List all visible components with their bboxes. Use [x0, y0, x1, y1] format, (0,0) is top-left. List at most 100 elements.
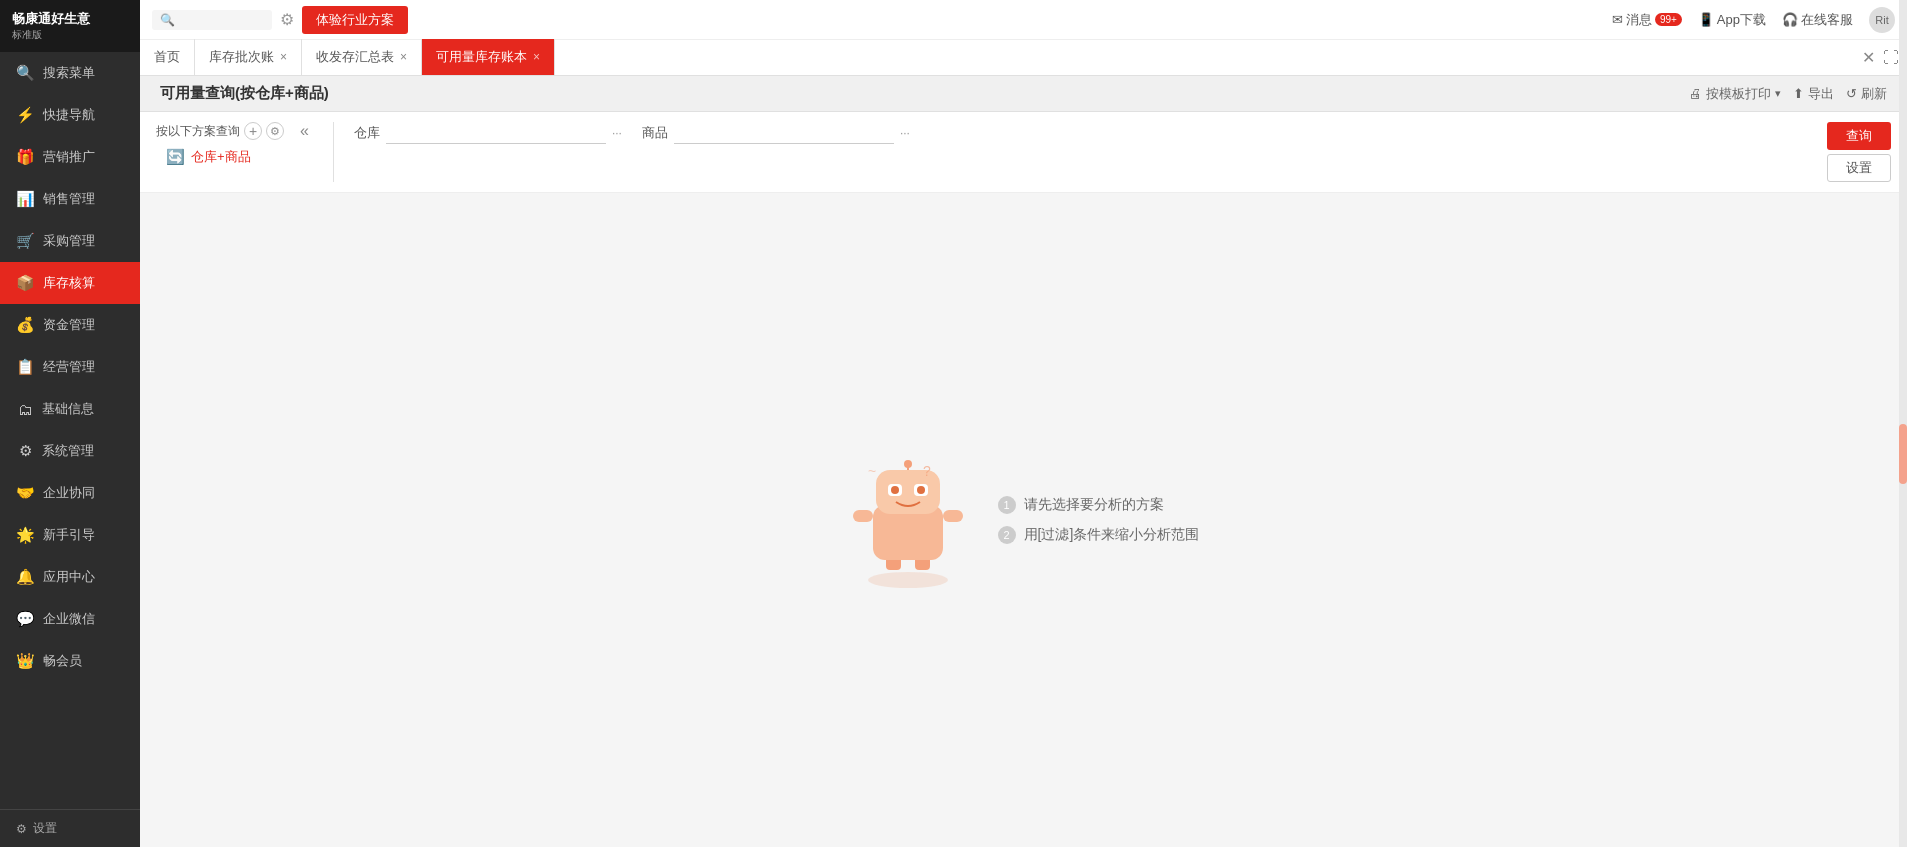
collapse-button[interactable]: «: [296, 122, 313, 140]
product-more-icon[interactable]: ···: [900, 126, 910, 140]
settings-icon[interactable]: ⚙: [280, 10, 294, 29]
filter-area: 按以下方案查询 + ⚙ 🔄 仓库+商品 « 仓库 ··· 商品: [140, 112, 1907, 193]
search-icon: 🔍: [16, 64, 35, 82]
sidebar-item-wechat[interactable]: 💬 企业微信: [0, 598, 140, 640]
add-scheme-button[interactable]: +: [244, 122, 262, 140]
sidebar-item-member[interactable]: 👑 畅会员: [0, 640, 140, 682]
scrollbar-thumb[interactable]: [1899, 424, 1907, 484]
sidebar-item-label: 基础信息: [42, 400, 94, 418]
topbar-search-box[interactable]: 🔍: [152, 10, 272, 30]
customer-service-link[interactable]: 🎧 在线客服: [1782, 11, 1853, 29]
hint-number-2: 2: [998, 526, 1016, 544]
tab-available[interactable]: 可用量库存账本 ×: [422, 39, 555, 75]
notification-area[interactable]: ✉ 消息 99+: [1612, 11, 1682, 29]
brand-tag: 标准版: [12, 28, 42, 42]
close-icon[interactable]: ×: [280, 50, 287, 64]
sidebar-item-inventory[interactable]: 📦 库存核算: [0, 262, 140, 304]
sidebar-item-newbie[interactable]: 🌟 新手引导: [0, 514, 140, 556]
warehouse-more-icon[interactable]: ···: [612, 126, 622, 140]
sidebar-item-operation[interactable]: 📋 经营管理: [0, 346, 140, 388]
tab-batch[interactable]: 库存批次账 ×: [195, 39, 302, 75]
edit-scheme-button[interactable]: ⚙: [266, 122, 284, 140]
maximize-icon[interactable]: ⛶: [1883, 49, 1899, 67]
sidebar-item-purchase[interactable]: 🛒 采购管理: [0, 220, 140, 262]
export-icon: ⬆: [1793, 86, 1804, 101]
sidebar-item-appcenter[interactable]: 🔔 应用中心: [0, 556, 140, 598]
product-input[interactable]: [674, 122, 894, 144]
print-action[interactable]: 🖨 按模板打印 ▾: [1689, 85, 1781, 103]
sidebar-item-sales[interactable]: 📊 销售管理: [0, 178, 140, 220]
close-icon[interactable]: ×: [400, 50, 407, 64]
topbar-right: ✉ 消息 99+ 📱 App下载 🎧 在线客服 Rit: [1612, 7, 1895, 33]
sidebar-item-label: 系统管理: [42, 442, 94, 460]
sidebar-item-label: 销售管理: [43, 190, 95, 208]
sidebar-item-label: 搜索菜单: [43, 64, 95, 82]
scrollbar-track: [1899, 0, 1907, 847]
tab-home[interactable]: 首页: [140, 39, 195, 75]
sidebar-bottom[interactable]: ⚙ 设置: [0, 809, 140, 847]
sidebar-item-label: 资金管理: [43, 316, 95, 334]
sidebar-item-label: 营销推广: [43, 148, 95, 166]
topbar: 🔍 ⚙ 体验行业方案 ✉ 消息 99+ 📱 App下载 🎧 在线客服 Rit: [140, 0, 1907, 40]
sidebar-item-finance[interactable]: 💰 资金管理: [0, 304, 140, 346]
sidebar-item-label: 快捷导航: [43, 106, 95, 124]
notification-label: 消息: [1626, 11, 1652, 29]
sidebar-item-label: 库存核算: [43, 274, 95, 292]
app-download-link[interactable]: 📱 App下载: [1698, 11, 1766, 29]
svg-rect-4: [853, 510, 873, 522]
mobile-icon: 📱: [1698, 12, 1714, 27]
tab-summary-label: 收发存汇总表: [316, 48, 394, 66]
sidebar-item-basic[interactable]: 🗂 基础信息: [0, 388, 140, 430]
notification-badge: 99+: [1655, 13, 1682, 26]
sidebar-item-label: 采购管理: [43, 232, 95, 250]
page-content: 可用量查询(按仓库+商品) 🖨 按模板打印 ▾ ⬆ 导出 ↺ 刷新: [140, 76, 1907, 847]
query-button[interactable]: 查询: [1827, 122, 1891, 150]
export-label: 导出: [1808, 85, 1834, 103]
sidebar-item-enterprise[interactable]: 🤝 企业协同: [0, 472, 140, 514]
close-icon[interactable]: ×: [533, 50, 540, 64]
sidebar: 畅康通好生意 标准版 🔍 搜索菜单 ⚡ 快捷导航 🎁 营销推广 📊 销售管理 🛒…: [0, 0, 140, 847]
sidebar-item-marketing[interactable]: 🎁 营销推广: [0, 136, 140, 178]
sidebar-item-search[interactable]: 🔍 搜索菜单: [0, 52, 140, 94]
warehouse-input[interactable]: [386, 122, 606, 144]
crown-icon: 👑: [16, 652, 35, 670]
export-action[interactable]: ⬆ 导出: [1793, 85, 1834, 103]
scheme-item-warehouse-product[interactable]: 🔄 仓库+商品: [156, 144, 261, 170]
warehouse-label: 仓库: [354, 124, 380, 142]
tab-summary[interactable]: 收发存汇总表 ×: [302, 39, 422, 75]
refresh-action[interactable]: ↺ 刷新: [1846, 85, 1887, 103]
sidebar-item-label: 畅会员: [43, 652, 82, 670]
sidebar-item-shortcut[interactable]: ⚡ 快捷导航: [0, 94, 140, 136]
sidebar-item-label: 新手引导: [43, 526, 95, 544]
filter-fields: 仓库 ··· 商品 ···: [354, 122, 1815, 144]
filter-scheme-panel: 按以下方案查询 + ⚙ 🔄 仓库+商品: [156, 122, 284, 170]
filter-actions: 查询 设置: [1827, 122, 1891, 182]
sidebar-item-system[interactable]: ⚙ 系统管理: [0, 430, 140, 472]
empty-illustration: ? ~: [848, 460, 968, 580]
folder-icon: 🗂: [16, 401, 34, 418]
bell-icon: 🔔: [16, 568, 35, 586]
close-window-icon[interactable]: ✕: [1862, 48, 1875, 67]
empty-hint-1: 1 请先选择要分析的方案: [998, 496, 1200, 514]
hint-text-1: 请先选择要分析的方案: [1024, 496, 1164, 514]
svg-point-0: [868, 572, 948, 588]
tab-home-label: 首页: [154, 48, 180, 66]
empty-hint-2: 2 用[过滤]条件来缩小分析范围: [998, 526, 1200, 544]
sidebar-item-label: 经营管理: [43, 358, 95, 376]
user-avatar[interactable]: Rit: [1869, 7, 1895, 33]
gift-icon: 🎁: [16, 148, 35, 166]
handshake-icon: 🤝: [16, 484, 35, 502]
clipboard-icon: 📋: [16, 358, 35, 376]
settings-button[interactable]: 设置: [1827, 154, 1891, 182]
svg-point-9: [891, 486, 899, 494]
industry-solution-button[interactable]: 体验行业方案: [302, 6, 408, 34]
chart-icon: 📊: [16, 190, 35, 208]
sidebar-settings-label: 设置: [33, 820, 57, 837]
svg-text:?: ?: [923, 463, 931, 479]
sidebar-nav: 🔍 搜索菜单 ⚡ 快捷导航 🎁 营销推广 📊 销售管理 🛒 采购管理 📦 库存核…: [0, 52, 140, 809]
filter-scheme-label: 按以下方案查询 + ⚙: [156, 122, 284, 140]
settings-icon: ⚙: [16, 822, 27, 836]
gear-icon: ⚙: [16, 442, 34, 460]
svg-point-10: [917, 486, 925, 494]
sidebar-header: 畅康通好生意 标准版: [0, 0, 140, 52]
